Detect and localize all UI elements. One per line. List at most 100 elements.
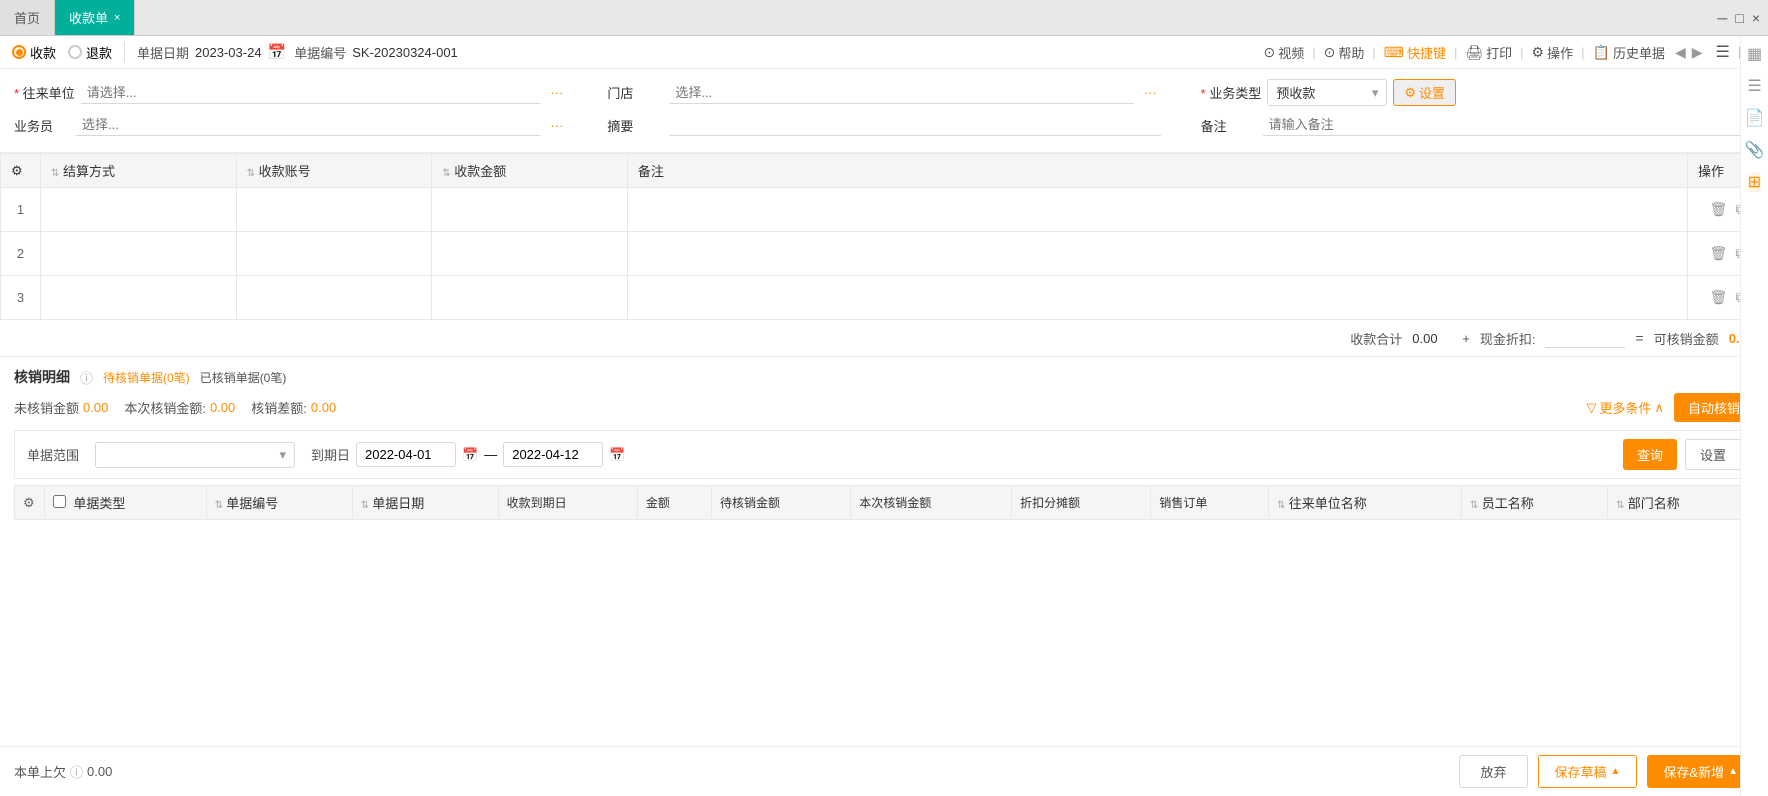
counterpart-more-icon[interactable]: ··· [546,85,567,100]
settlement-1[interactable] [41,188,237,232]
diff-stat: 核销差额: 0.00 [251,398,336,417]
available-label: 可核销金额 [1654,329,1719,348]
sidebar-icon-5[interactable]: ⊞ [1748,172,1761,192]
sidebar-icon-1[interactable]: ▦ [1747,44,1762,64]
account-3[interactable] [236,276,432,320]
note-field: 备注 [1201,114,1754,136]
plus-sign: + [1462,331,1470,346]
tab-receipt[interactable]: 收款单 × [55,0,135,35]
verify-header: 核销明细 ⓘ 待核销单据(0笔) 已核销单据(0笔) [14,367,1754,387]
tab-close-icon[interactable]: × [114,12,120,24]
col-amount: ⇅ 收款金额 [432,154,628,188]
delete-icon-1[interactable]: 🗑 [1710,201,1728,218]
radio-receive[interactable]: 收款 [12,43,56,62]
amount-input-2[interactable] [432,232,627,275]
salesperson-input[interactable] [76,114,540,136]
col-checkbox: ⚙ [15,486,45,520]
save-new-button[interactable]: 保存&新增 ▲ [1647,755,1754,788]
summary-label: 摘要 [607,116,663,135]
nav-next-icon[interactable]: ▶ [1690,44,1705,61]
filter-select[interactable]: ▾ [95,442,295,468]
help-btn[interactable]: ⊙ 帮助 [1324,43,1365,62]
query-button[interactable]: 查询 [1623,439,1677,470]
note-3[interactable] [627,276,1687,320]
amount-input-1[interactable] [432,188,627,231]
summary-input[interactable] [669,114,1160,136]
business-type-field: 业务类型 预收款 ▾ ⚙ 设置 [1201,79,1754,106]
date-range-field: 到期日 📅 — 📅 [311,442,625,467]
window-min-icon[interactable]: ─ [1717,10,1727,26]
date-from-input[interactable] [356,442,456,467]
nav-prev-icon[interactable]: ◀ [1673,44,1688,61]
save-draft-button[interactable]: 保存草稿 ▲ [1538,755,1638,788]
window-max-icon[interactable]: □ [1735,10,1743,26]
settlement-input-1[interactable] [41,188,236,231]
delete-icon-3[interactable]: 🗑 [1710,289,1728,306]
note-input-1[interactable] [628,188,1687,231]
note-input[interactable] [1263,114,1754,136]
operation-btn[interactable]: ⚙ 操作 [1532,43,1574,62]
note-2[interactable] [627,232,1687,276]
settings-button[interactable]: ⚙ 设置 [1393,79,1456,106]
counterpart-input[interactable] [81,82,541,104]
tab-done[interactable]: 已核销单据(0笔) [200,369,287,386]
amount-input-3[interactable] [432,276,627,319]
radio-receive-label: 收款 [30,43,56,62]
delete-icon-2[interactable]: 🗑 [1710,245,1728,262]
more-filter-btn[interactable]: ▽ 更多条件 ∧ [1586,398,1664,417]
account-2[interactable] [236,232,432,276]
settlement-input-2[interactable] [41,232,236,275]
abandon-button[interactable]: 放弃 [1459,755,1527,788]
verify-info-icon[interactable]: ⓘ [80,368,93,387]
sidebar-icon-4[interactable]: 📎 [1745,140,1765,160]
col-current-header: 本次核销金额 [851,486,1012,520]
date-to-input[interactable] [503,442,603,467]
calendar-to-icon[interactable]: 📅 [609,447,625,463]
tab-home[interactable]: 首页 [0,0,55,35]
list-view-icon[interactable]: ☰ [1713,42,1733,62]
salesperson-more-icon[interactable]: ··· [546,118,567,133]
print-btn[interactable]: 🖨 打印 [1465,43,1512,62]
note-input-2[interactable] [628,232,1687,275]
video-btn[interactable]: ⊙ 视频 [1263,43,1304,62]
tab-pending[interactable]: 待核销单据(0笔) [103,369,190,386]
amount-3[interactable] [432,276,628,320]
setting-button[interactable]: 设置 [1685,439,1741,470]
radio-refund[interactable]: 退款 [68,43,112,62]
row-num-2: 2 [1,232,41,276]
bottom-settings-icon[interactable]: ⚙ [23,495,35,510]
store-more-icon[interactable]: ··· [1140,85,1161,100]
top-toolbar: 收款 退款 单据日期 2023-03-24 📅 单据编号 SK-20230324… [0,36,1768,69]
summary-row: 收款合计 0.00 + 现金折扣: = 可核销金额 0.00 [0,320,1768,357]
account-input-3[interactable] [237,276,432,319]
col-counterpart-header: ⇅ 往来单位名称 [1268,486,1461,520]
discount-input[interactable] [1545,328,1625,348]
account-1[interactable] [236,188,432,232]
row-num-1: 1 [1,188,41,232]
account-input-1[interactable] [237,188,432,231]
table-settings-col[interactable]: ⚙ [1,154,41,188]
sidebar-icon-3[interactable]: 📄 [1745,108,1765,128]
history-btn[interactable]: 📋 历史单据 [1593,43,1665,62]
settlement-3[interactable] [41,276,237,320]
save-draft-label: 保存草稿 [1555,762,1607,781]
note-input-3[interactable] [628,276,1687,319]
window-close-icon[interactable]: × [1752,10,1760,26]
settlement-input-3[interactable] [41,276,236,319]
account-input-2[interactable] [237,232,432,275]
print-icon: 🖨 [1465,44,1483,61]
shortcut-btn[interactable]: ⌨ 快捷键 [1384,43,1446,62]
amount-1[interactable] [432,188,628,232]
calendar-icon[interactable]: 📅 [268,43,287,61]
business-type-select[interactable]: 预收款 ▾ [1267,79,1387,106]
store-input[interactable] [669,82,1133,104]
diff-label: 核销差额: [251,398,307,417]
calendar-from-icon[interactable]: 📅 [462,447,478,463]
amount-2[interactable] [432,232,628,276]
radio-receive-dot [12,45,26,59]
note-1[interactable] [627,188,1687,232]
settlement-2[interactable] [41,232,237,276]
col-account: ⇅ 收款账号 [236,154,432,188]
sidebar-icon-2[interactable]: ☰ [1747,76,1761,96]
select-all-checkbox[interactable] [53,495,66,508]
